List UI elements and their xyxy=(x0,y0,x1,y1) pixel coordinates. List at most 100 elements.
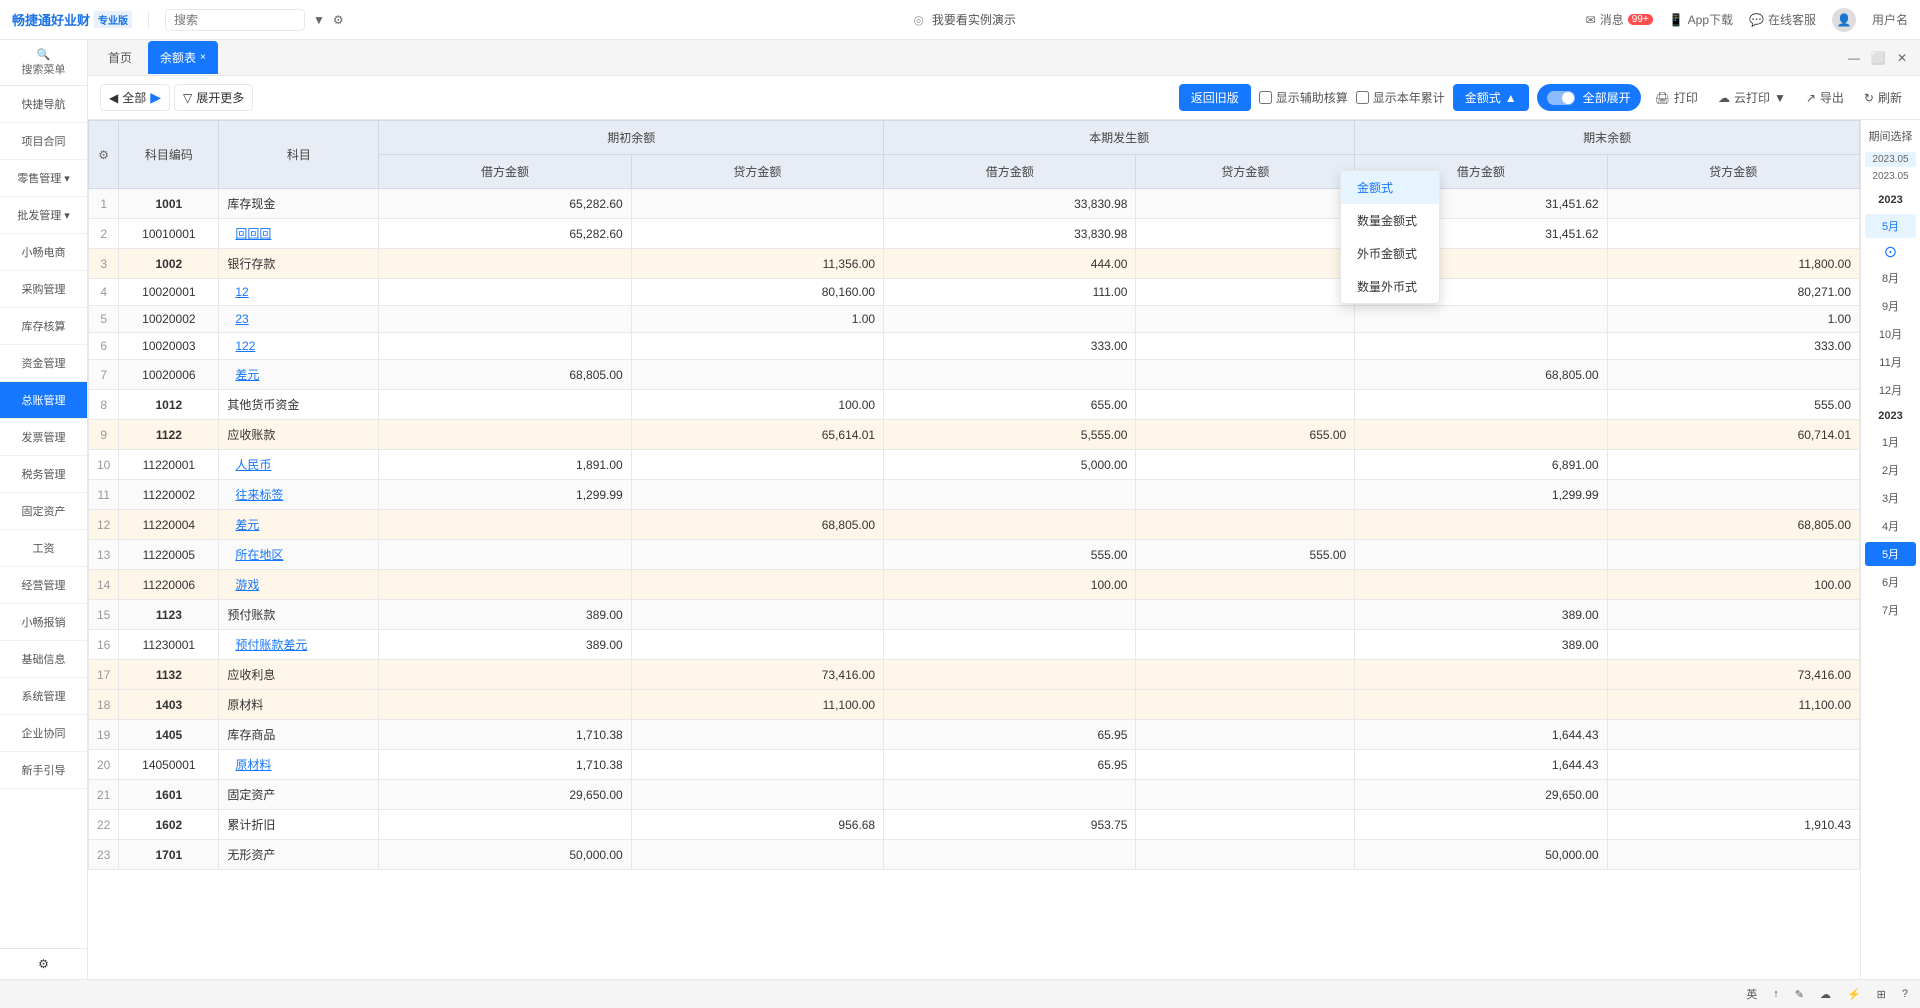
sidebar-item-wholesale[interactable]: 批发管理 ▾ xyxy=(0,197,87,234)
mode-btn[interactable]: 金额式 ▲ xyxy=(1453,84,1529,111)
tab-home[interactable]: 首页 xyxy=(96,41,144,74)
sidebar-item-ecommerce[interactable]: 小畅电商 xyxy=(0,234,87,271)
sidebar-item-quicknav[interactable]: 快捷导航 xyxy=(0,86,87,123)
expand-icon: ▽ xyxy=(183,91,192,105)
show-ytd-checkbox[interactable]: 显示本年累计 xyxy=(1356,89,1445,106)
bottom-help-btn[interactable]: ? xyxy=(1898,986,1912,1002)
bottom-lightning-btn[interactable]: ⚡ xyxy=(1843,986,1865,1003)
col-settings[interactable]: ⚙ xyxy=(89,121,119,189)
year-2023b-label: 2023 xyxy=(1878,406,1902,426)
month-5[interactable]: 5月 xyxy=(1865,214,1916,238)
month-9[interactable]: 9月 xyxy=(1865,294,1916,318)
mode-option-1[interactable]: 金额式 xyxy=(1341,171,1439,204)
sidebar-item-inventory[interactable]: 库存核算 xyxy=(0,308,87,345)
tab-close-window-btn[interactable]: ✕ xyxy=(1892,48,1912,68)
print-btn[interactable]: 🖨 打印 xyxy=(1649,85,1704,110)
row-pd-debit: 333.00 xyxy=(884,333,1136,360)
sidebar-item-coop[interactable]: 企业协同 xyxy=(0,715,87,752)
app-download-btn[interactable]: 📱 App下载 xyxy=(1669,11,1733,28)
tab-yue[interactable]: 余额表 × xyxy=(148,41,218,74)
search-input[interactable] xyxy=(165,9,305,31)
sidebar-item-capital[interactable]: 资金管理 xyxy=(0,345,87,382)
row-name[interactable]: 122 xyxy=(219,333,379,360)
row-name[interactable]: 游戏 xyxy=(219,570,379,600)
month-12[interactable]: 12月 xyxy=(1865,378,1916,402)
sidebar-item-basic[interactable]: 基础信息 xyxy=(0,641,87,678)
username[interactable]: 用户名 xyxy=(1872,11,1908,28)
tax-label: 税务管理 xyxy=(22,469,66,481)
sidebar-item-ledger[interactable]: 总账管理 xyxy=(0,382,87,419)
sidebar-search[interactable]: 🔍 搜索菜单 xyxy=(0,40,87,86)
settings-icon[interactable]: ⚙ xyxy=(333,13,344,27)
tab-minimize-btn[interactable]: — xyxy=(1844,48,1864,68)
bottom-up-btn[interactable]: ↑ xyxy=(1769,986,1783,1002)
all-filter-btn[interactable]: ◀ 全部 ▶ xyxy=(100,84,170,111)
sidebar-item-retail[interactable]: 零售管理 ▾ xyxy=(0,160,87,197)
forward-arrow[interactable]: ▶ xyxy=(150,89,161,106)
sidebar-item-tax[interactable]: 税务管理 xyxy=(0,456,87,493)
month-7[interactable]: 7月 xyxy=(1865,598,1916,622)
month-4[interactable]: 4月 xyxy=(1865,514,1916,538)
month-11[interactable]: 11月 xyxy=(1865,350,1916,374)
month-8[interactable]: 8月 xyxy=(1865,266,1916,290)
row-ob-debit xyxy=(379,810,631,840)
row-name[interactable]: 23 xyxy=(219,306,379,333)
expand-more-btn[interactable]: ▽ 展开更多 xyxy=(174,84,253,111)
sidebar-item-assets[interactable]: 固定资产 xyxy=(0,493,87,530)
row-name[interactable]: 回回回 xyxy=(219,219,379,249)
mode-option-2[interactable]: 数量金额式 xyxy=(1341,204,1439,237)
row-name[interactable]: 原材料 xyxy=(219,750,379,780)
row-ob-credit xyxy=(631,720,883,750)
demo-link[interactable]: 我要看实例演示 xyxy=(932,11,1016,28)
sidebar-item-system[interactable]: 系统管理 xyxy=(0,678,87,715)
sidebar-item-invoice[interactable]: 发票管理 xyxy=(0,419,87,456)
row-pd-debit xyxy=(884,360,1136,390)
row-name[interactable]: 差元 xyxy=(219,360,379,390)
row-num: 16 xyxy=(89,630,119,660)
mode-option-3[interactable]: 外币金额式 xyxy=(1341,237,1439,270)
tab-close-btn[interactable]: × xyxy=(200,52,206,63)
cloud-print-btn[interactable]: ☁ 云打印 ▼ xyxy=(1712,85,1792,110)
sidebar-item-purchase[interactable]: 采购管理 xyxy=(0,271,87,308)
month-3[interactable]: 3月 xyxy=(1865,486,1916,510)
bottom-edit-btn[interactable]: ✎ xyxy=(1791,986,1808,1003)
tab-restore-btn[interactable]: ⬜ xyxy=(1868,48,1888,68)
sidebar-item-project[interactable]: 项目合同 xyxy=(0,123,87,160)
row-name[interactable]: 12 xyxy=(219,279,379,306)
bottom-lang-btn[interactable]: 英 xyxy=(1742,984,1761,1004)
sidebar-item-payroll[interactable]: 工资 xyxy=(0,530,87,567)
sidebar-item-guide[interactable]: 新手引导 xyxy=(0,752,87,789)
show-helper-checkbox[interactable]: 显示辅助核算 xyxy=(1259,89,1348,106)
balance-table: ⚙ 科目编码 科目 期初余额 本期发生额 期末余额 借方金额 贷方金额 借方金额… xyxy=(88,120,1860,870)
message-btn[interactable]: ✉ 消息 99+ xyxy=(1586,11,1653,28)
month-1[interactable]: 1月 xyxy=(1865,430,1916,454)
row-name[interactable]: 预付账款差元 xyxy=(219,630,379,660)
online-service-btn[interactable]: 💬 在线客服 xyxy=(1749,11,1816,28)
refresh-btn[interactable]: ↻ 刷新 xyxy=(1858,85,1908,110)
row-cd-credit xyxy=(1607,189,1859,219)
back-old-version-btn[interactable]: 返回旧版 xyxy=(1179,84,1251,111)
row-name[interactable]: 差元 xyxy=(219,510,379,540)
bottom-grid-btn[interactable]: ⊞ xyxy=(1873,986,1890,1003)
row-name[interactable]: 所在地区 xyxy=(219,540,379,570)
month-5-active[interactable]: 5月 xyxy=(1865,542,1916,566)
sidebar-item-sales[interactable]: 小畅报销 xyxy=(0,604,87,641)
export-btn[interactable]: ↗ 导出 xyxy=(1800,85,1850,110)
month-10[interactable]: 10月 xyxy=(1865,322,1916,346)
collapse-icon[interactable]: ⊙ xyxy=(1884,242,1897,262)
row-ob-credit: 11,356.00 xyxy=(631,249,883,279)
sidebar-item-operations[interactable]: 经营管理 xyxy=(0,567,87,604)
bottom-cloud-btn[interactable]: ☁ xyxy=(1816,986,1835,1003)
mode-option-4[interactable]: 数量外币式 xyxy=(1341,270,1439,303)
row-cd-debit xyxy=(1355,660,1607,690)
month-2[interactable]: 2月 xyxy=(1865,458,1916,482)
user-avatar[interactable]: 👤 xyxy=(1832,8,1856,32)
month-6[interactable]: 6月 xyxy=(1865,570,1916,594)
dropdown-arrow[interactable]: ▼ xyxy=(313,13,325,27)
row-name[interactable]: 往来标签 xyxy=(219,480,379,510)
row-num: 9 xyxy=(89,420,119,450)
row-name[interactable]: 人民币 xyxy=(219,450,379,480)
row-pd-debit xyxy=(884,690,1136,720)
expand-all-btn[interactable]: 全部展开 xyxy=(1537,84,1641,111)
sidebar-settings-btn[interactable]: ⚙ xyxy=(0,948,87,979)
